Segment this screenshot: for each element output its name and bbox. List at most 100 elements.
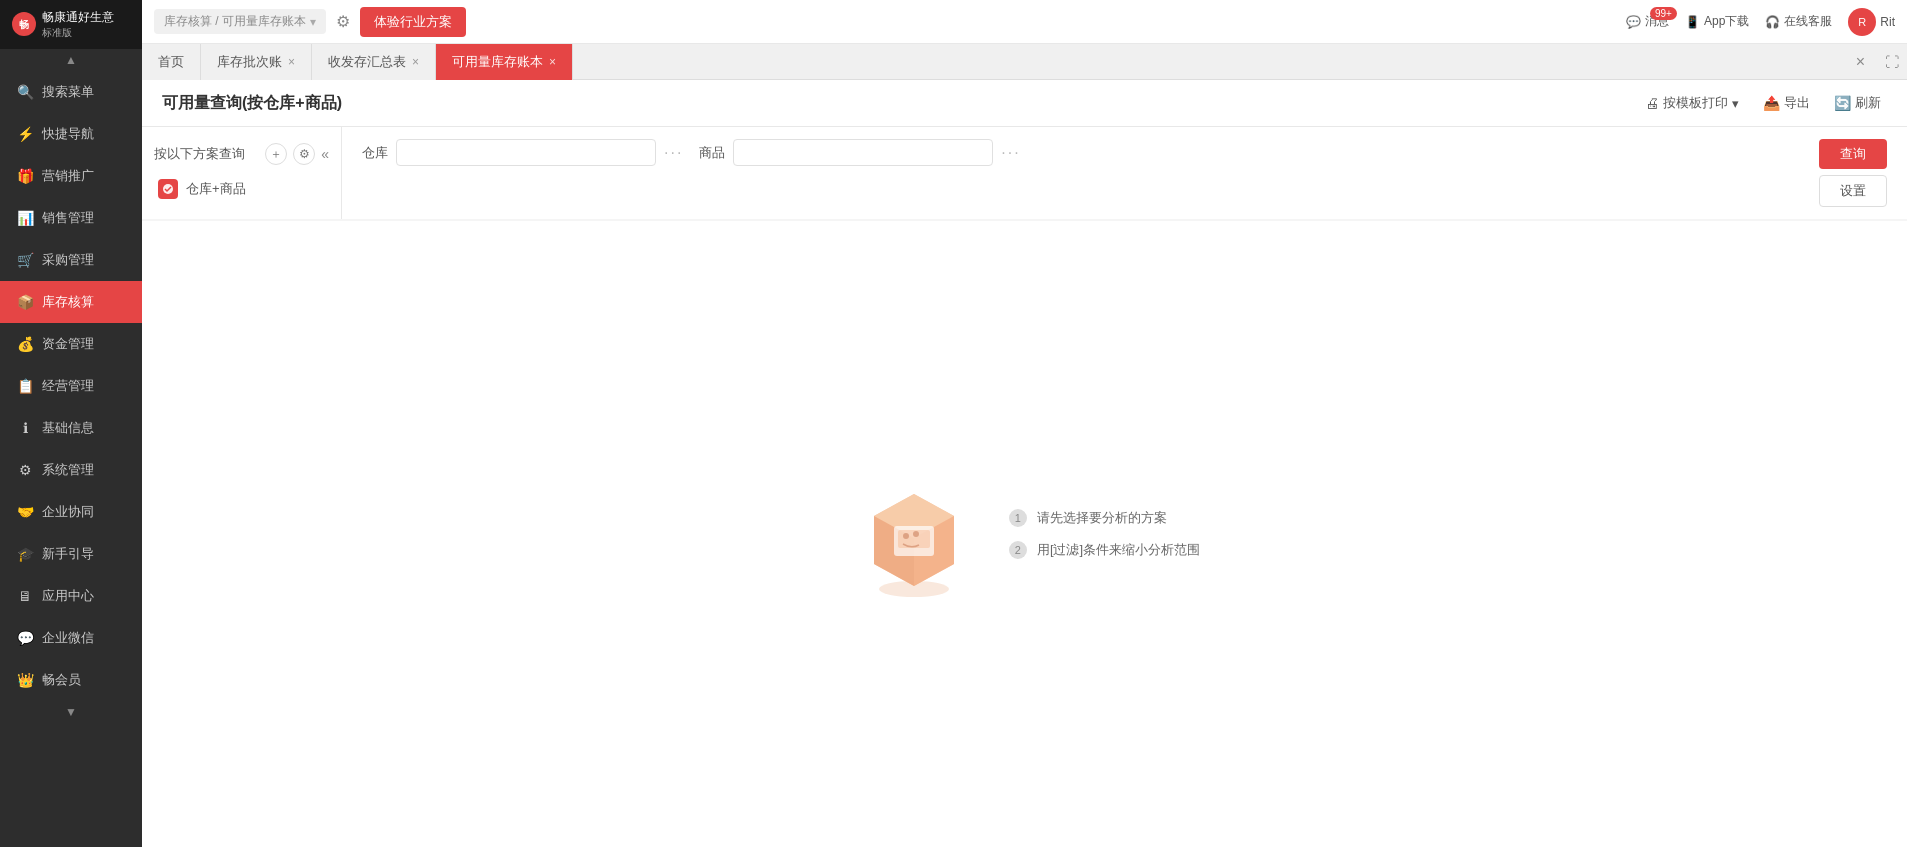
gear-icon: ⚙ xyxy=(16,461,34,479)
avatar: R xyxy=(1848,8,1876,36)
filter-collapse-button[interactable]: « xyxy=(321,146,329,162)
sidebar-item-sales[interactable]: 📊 销售管理 xyxy=(0,197,142,239)
query-fields: 仓库 ··· 商品 ··· xyxy=(342,127,1819,178)
sidebar-scroll-down[interactable]: ▼ xyxy=(0,701,142,723)
sidebar-item-operations[interactable]: 📋 经营管理 xyxy=(0,365,142,407)
sidebar: 畅 畅康通好生意 标准版 ▲ 🔍 搜索菜单 ⚡ 快捷导航 🎁 营销推广 📊 销售… xyxy=(0,0,142,847)
tab-available-ledger-close[interactable]: × xyxy=(549,56,556,68)
filter-item-warehouse-product[interactable]: 仓库+商品 xyxy=(142,171,341,207)
tab-available-ledger[interactable]: 可用量库存账本 × xyxy=(436,44,573,80)
query-fields-row: 仓库 ··· 商品 ··· xyxy=(362,139,1799,166)
wechat-icon: 💬 xyxy=(16,629,34,647)
sidebar-item-inventory[interactable]: 📦 库存核算 xyxy=(0,281,142,323)
hint-item-2: 2 用[过滤]条件来缩小分析范围 xyxy=(1009,541,1200,559)
tab-available-ledger-label: 可用量库存账本 xyxy=(452,53,543,71)
warehouse-label: 仓库 xyxy=(362,144,388,162)
tab-receipt-summary[interactable]: 收发存汇总表 × xyxy=(312,44,436,80)
chevron-down-icon: ▾ xyxy=(1732,96,1739,111)
app-download-button[interactable]: 📱 App下载 xyxy=(1685,13,1749,30)
filter-panel-header: 按以下方案查询 ＋ ⚙ « xyxy=(142,137,341,171)
shortcut-icon: ⚡ xyxy=(16,125,34,143)
topbar-gear-icon[interactable]: ⚙ xyxy=(332,8,354,35)
page-title: 可用量查询(按仓库+商品) xyxy=(162,93,342,114)
hint-text-1: 请先选择要分析的方案 xyxy=(1037,509,1167,527)
export-icon: 📤 xyxy=(1763,95,1780,111)
refresh-button[interactable]: 🔄 刷新 xyxy=(1828,90,1887,116)
chevron-down-icon: ▾ xyxy=(310,15,316,29)
sidebar-item-marketing[interactable]: 🎁 营销推广 xyxy=(0,155,142,197)
user-name: Rit xyxy=(1880,15,1895,29)
sidebar-item-cooperation[interactable]: 🤝 企业协同 xyxy=(0,491,142,533)
product-label: 商品 xyxy=(699,144,725,162)
tabs-close-all-button[interactable]: × xyxy=(1844,53,1877,71)
search-icon: 🔍 xyxy=(16,83,34,101)
sidebar-item-shortcut[interactable]: ⚡ 快捷导航 xyxy=(0,113,142,155)
template-print-button[interactable]: 🖨 按模板打印 ▾ xyxy=(1639,90,1745,116)
product-field-group: 商品 ··· xyxy=(699,139,1020,166)
query-btn-area: 查询 设置 xyxy=(1819,127,1907,219)
empty-illustration xyxy=(849,474,969,594)
filter-panel-icons: ＋ ⚙ « xyxy=(265,143,329,165)
filter-panel-title: 按以下方案查询 xyxy=(154,145,245,163)
export-button[interactable]: 📤 导出 xyxy=(1757,90,1816,116)
sidebar-item-app-center[interactable]: 🖥 应用中心 xyxy=(0,575,142,617)
query-button[interactable]: 查询 xyxy=(1819,139,1887,169)
tab-batch-account-label: 库存批次账 xyxy=(217,53,282,71)
tab-home[interactable]: 首页 xyxy=(142,44,201,80)
warehouse-input[interactable] xyxy=(396,139,656,166)
tab-receipt-summary-label: 收发存汇总表 xyxy=(328,53,406,71)
sidebar-item-search[interactable]: 🔍 搜索菜单 xyxy=(0,71,142,113)
sidebar-scroll-up[interactable]: ▲ xyxy=(0,49,142,71)
sidebar-item-basic-info[interactable]: ℹ 基础信息 xyxy=(0,407,142,449)
sidebar-logo: 畅 畅康通好生意 标准版 xyxy=(0,0,142,49)
notification-button[interactable]: 💬 消息 99+ xyxy=(1626,13,1669,30)
tab-batch-account-close[interactable]: × xyxy=(288,56,295,68)
query-right: 仓库 ··· 商品 ··· 查询 设置 xyxy=(342,127,1907,219)
tabs-bar: 首页 库存批次账 × 收发存汇总表 × 可用量库存账本 × × ⛶ xyxy=(142,44,1907,80)
tabs-expand-button[interactable]: ⛶ xyxy=(1877,54,1907,70)
phone-icon: 📱 xyxy=(1685,15,1700,29)
product-more-icon[interactable]: ··· xyxy=(1001,144,1020,162)
settings-button[interactable]: 设置 xyxy=(1819,175,1887,207)
headset-icon: 🎧 xyxy=(1765,15,1780,29)
add-scheme-button[interactable]: ＋ xyxy=(265,143,287,165)
crown-icon: 👑 xyxy=(16,671,34,689)
sidebar-item-wechat[interactable]: 💬 企业微信 xyxy=(0,617,142,659)
tab-batch-account[interactable]: 库存批次账 × xyxy=(201,44,312,80)
sidebar-item-finance[interactable]: 💰 资金管理 xyxy=(0,323,142,365)
cart-icon: 🛒 xyxy=(16,251,34,269)
money-icon: 💰 xyxy=(16,335,34,353)
online-service-button[interactable]: 🎧 在线客服 xyxy=(1765,13,1832,30)
hint-text-2: 用[过滤]条件来缩小分析范围 xyxy=(1037,541,1200,559)
hint-num-1: 1 xyxy=(1009,509,1027,527)
breadcrumb: 库存核算 / 可用量库存账本 ▾ xyxy=(154,9,326,34)
filter-item-label: 仓库+商品 xyxy=(186,180,246,198)
topbar-left: 库存核算 / 可用量库存账本 ▾ ⚙ 体验行业方案 xyxy=(154,7,1618,37)
svg-point-8 xyxy=(903,533,909,539)
refresh-icon: 🔄 xyxy=(1834,95,1851,111)
printer-icon: 🖨 xyxy=(1645,95,1659,111)
page-header: 可用量查询(按仓库+商品) 🖨 按模板打印 ▾ 📤 导出 🔄 刷新 xyxy=(142,80,1907,127)
handshake-icon: 🤝 xyxy=(16,503,34,521)
industry-solution-button[interactable]: 体验行业方案 xyxy=(360,7,466,37)
page-content: 可用量查询(按仓库+商品) 🖨 按模板打印 ▾ 📤 导出 🔄 刷新 xyxy=(142,80,1907,847)
warehouse-more-icon[interactable]: ··· xyxy=(664,144,683,162)
logo-name: 畅康通好生意 xyxy=(42,10,114,26)
sidebar-item-member[interactable]: 👑 畅会员 xyxy=(0,659,142,701)
chart-icon: 📊 xyxy=(16,209,34,227)
service-label: 在线客服 xyxy=(1784,13,1832,30)
query-area: 按以下方案查询 ＋ ⚙ « 仓库+商品 xyxy=(142,127,1907,219)
filter-panel: 按以下方案查询 ＋ ⚙ « 仓库+商品 xyxy=(142,127,342,219)
app-icon: 🖥 xyxy=(16,587,34,605)
sidebar-item-purchase[interactable]: 🛒 采购管理 xyxy=(0,239,142,281)
user-menu[interactable]: R Rit xyxy=(1848,8,1895,36)
logo-tag: 标准版 xyxy=(42,26,114,39)
sidebar-item-system[interactable]: ⚙ 系统管理 xyxy=(0,449,142,491)
info-icon: ℹ xyxy=(16,419,34,437)
sidebar-item-newbie[interactable]: 🎓 新手引导 xyxy=(0,533,142,575)
tab-home-label: 首页 xyxy=(158,53,184,71)
scheme-settings-button[interactable]: ⚙ xyxy=(293,143,315,165)
inventory-icon: 📦 xyxy=(16,293,34,311)
product-input[interactable] xyxy=(733,139,993,166)
tab-receipt-summary-close[interactable]: × xyxy=(412,56,419,68)
